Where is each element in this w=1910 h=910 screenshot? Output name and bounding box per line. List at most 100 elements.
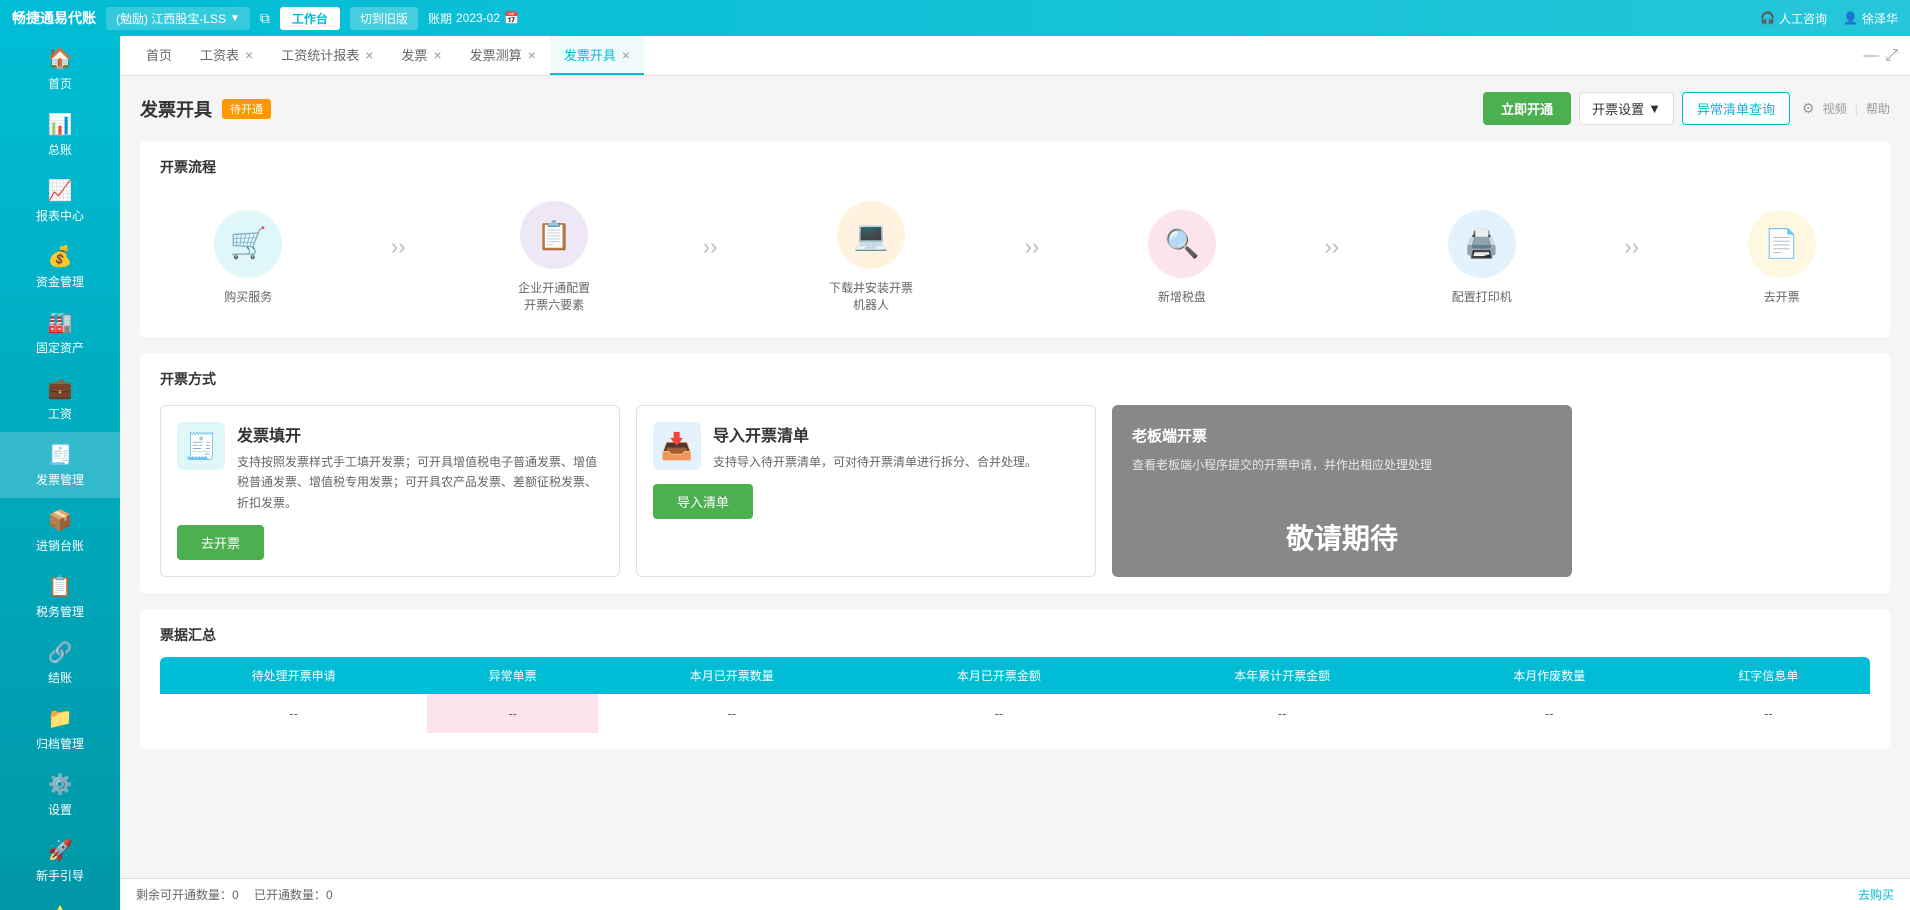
methods-section: 开票方式 🧾 发票填开 支持按照发票样式手工填开发票；可开具增值税电子普通发票、…	[140, 353, 1890, 593]
sidebar-item-guide[interactable]: 🚀 新手引导	[0, 828, 120, 894]
switch-version-button[interactable]: 切到旧版	[350, 7, 418, 30]
method-card-manual: 🧾 发票填开 支持按照发票样式手工填开发票；可开具增值税电子普通发票、增值税普通…	[160, 405, 620, 577]
flow-step-4: 🔍 新增税盘	[1148, 210, 1216, 305]
sidebar-item-tax[interactable]: 📋 税务管理	[0, 564, 120, 630]
sidebar-item-archive[interactable]: 📁 归档管理	[0, 696, 120, 762]
val-month-amount: --	[865, 694, 1132, 733]
assets-icon: 🏭	[48, 310, 73, 335]
workstation-button[interactable]: 工作台	[280, 7, 340, 30]
flow-icon-issue: 📄	[1748, 210, 1816, 278]
flow-label-4: 新增税盘	[1158, 288, 1206, 305]
period-value[interactable]: 2023-02	[456, 11, 500, 25]
method-desc-import: 支持导入待开票清单，可对待开票清单进行拆分、合并处理。	[713, 452, 1037, 472]
sidebar-item-close[interactable]: 🔗 结账	[0, 630, 120, 696]
flow-icon-buy: 🛒	[214, 210, 282, 278]
flow-label-3: 下载并安装开票机器人	[826, 279, 916, 313]
sidebar-item-vip[interactable]: ⭐ 畅会员	[0, 894, 120, 910]
sidebar-item-salary[interactable]: 💼 工资	[0, 366, 120, 432]
col-pending: 待处理开票申请	[160, 657, 427, 694]
reports-icon: 📈	[48, 178, 73, 203]
copy-icon[interactable]: ⧉	[260, 10, 270, 27]
maximize-icon[interactable]: ⤢	[1885, 47, 1898, 65]
archive-icon: 📁	[48, 706, 73, 731]
tab-invoice[interactable]: 发票 ×	[387, 36, 455, 75]
flow-title: 开票流程	[160, 157, 1870, 177]
guide-icon: 🚀	[48, 838, 73, 863]
minimize-icon[interactable]: —	[1863, 47, 1879, 65]
video-label[interactable]: 视频	[1823, 100, 1847, 117]
user-profile[interactable]: 👤 徐泽华	[1843, 10, 1898, 27]
close-tab-salary[interactable]: ×	[245, 47, 253, 63]
flow-step-6: 📄 去开票	[1748, 210, 1816, 305]
help-label[interactable]: 帮助	[1866, 100, 1890, 117]
close-tab-salary-stats[interactable]: ×	[365, 47, 373, 63]
flow-icon-printer: 🖨️	[1448, 210, 1516, 278]
method-desc-manual: 支持按照发票样式手工填开发票；可开具增值税电子普通发票、增值税普通发票、增值税专…	[237, 452, 603, 513]
chevron-settings-icon: ▼	[1648, 101, 1661, 116]
ticket-settings-button[interactable]: 开票设置 ▼	[1579, 92, 1674, 125]
method-title-import: 导入开票清单	[713, 422, 1037, 446]
close-tab-invoice-issue[interactable]: ×	[622, 47, 630, 63]
val-void-count: --	[1432, 694, 1667, 733]
ledger-icon: 📊	[48, 112, 73, 137]
go-issue-button[interactable]: 去开票	[177, 525, 264, 560]
col-red-info: 红字信息单	[1667, 657, 1870, 694]
calendar-icon[interactable]: 📅	[504, 11, 519, 25]
close-tab-invoice[interactable]: ×	[433, 47, 441, 63]
opened-count: 已开通数量：0	[254, 888, 333, 902]
sidebar-item-finance[interactable]: 💰 资金管理	[0, 234, 120, 300]
flow-label-2: 企业开通配置开票六要素	[514, 279, 594, 313]
boss-card-desc: 查看老板端小程序提交的开票申请，并作出相应处理处理	[1132, 456, 1552, 475]
flow-step-1: 🛒 购买服务	[214, 210, 282, 305]
user-icon: 👤	[1843, 11, 1858, 25]
flow-label-1: 购买服务	[224, 288, 272, 305]
finance-icon: 💰	[48, 244, 73, 269]
sidebar-item-settings[interactable]: ⚙️ 设置	[0, 762, 120, 828]
sidebar-item-reports[interactable]: 📈 报表中心	[0, 168, 120, 234]
remaining-count: 剩余可开通数量：0	[136, 888, 239, 902]
sidebar-item-ledger[interactable]: 📊 总账	[0, 102, 120, 168]
bottom-bar: 剩余可开通数量：0 已开通数量：0 去购买	[120, 878, 1910, 910]
flow-arrow-2: ››	[703, 234, 718, 260]
import-list-button[interactable]: 导入清单	[653, 484, 753, 519]
salary-icon: 💼	[48, 376, 73, 401]
close-tab-invoice-calc[interactable]: ×	[528, 47, 536, 63]
company-selector[interactable]: (勉励) 江西股宝-LSS ▼	[106, 7, 250, 30]
methods-title: 开票方式	[160, 369, 1870, 389]
val-anomaly[interactable]: --	[427, 694, 598, 733]
tab-invoice-calc[interactable]: 发票测算 ×	[456, 36, 550, 75]
settings-gear-icon[interactable]: ⚙	[1802, 100, 1815, 117]
open-now-button[interactable]: 立即开通	[1483, 92, 1571, 125]
tab-salary[interactable]: 工资表 ×	[186, 36, 267, 75]
close-accounts-icon: 🔗	[48, 640, 73, 665]
flow-arrow-1: ››	[391, 234, 406, 260]
sidebar-item-invoice[interactable]: 🧾 发票管理	[0, 432, 120, 498]
tab-home[interactable]: 首页	[132, 36, 186, 75]
tab-salary-stats[interactable]: 工资统计报表 ×	[267, 36, 387, 75]
flow-step-2: 📋 企业开通配置开票六要素	[514, 201, 594, 313]
sidebar-item-assets[interactable]: 🏭 固定资产	[0, 300, 120, 366]
flow-icon-download: 💻	[837, 201, 905, 269]
buy-link[interactable]: 去购买	[1858, 886, 1894, 903]
flow-label-6: 去开票	[1764, 288, 1800, 305]
support-button[interactable]: 🎧 人工咨询	[1760, 10, 1827, 27]
sidebar-item-purchase[interactable]: 📦 进销台账	[0, 498, 120, 564]
flow-arrow-5: ››	[1624, 234, 1639, 260]
headset-icon: 🎧	[1760, 11, 1775, 25]
tab-invoice-issue[interactable]: 发票开具 ×	[550, 36, 644, 75]
sidebar-item-home[interactable]: 🏠 首页	[0, 36, 120, 102]
summary-title: 票据汇总	[160, 625, 1870, 645]
col-month-amount: 本月已开票金额	[865, 657, 1132, 694]
anomaly-query-button[interactable]: 异常清单查询	[1682, 92, 1790, 125]
val-pending[interactable]: --	[160, 694, 427, 733]
tax-icon: 📋	[48, 574, 73, 599]
col-year-amount: 本年累计开票金额	[1133, 657, 1432, 694]
page-title: 发票开具	[140, 96, 212, 122]
purchase-icon: 📦	[48, 508, 73, 533]
flow-icon-tax: 🔍	[1148, 210, 1216, 278]
logo: 畅捷通易代账	[12, 8, 96, 28]
chevron-down-icon: ▼	[230, 13, 240, 24]
summary-section: 票据汇总 待处理开票申请 异常单票 本月已开票数量 本月已开票金额 本年累计开票…	[140, 609, 1890, 749]
page-content: 发票开具 待开通 立即开通 开票设置 ▼ 异常清单查询 ⚙ 视频 | 帮助	[120, 76, 1910, 878]
flow-step-5: 🖨️ 配置打印机	[1448, 210, 1516, 305]
